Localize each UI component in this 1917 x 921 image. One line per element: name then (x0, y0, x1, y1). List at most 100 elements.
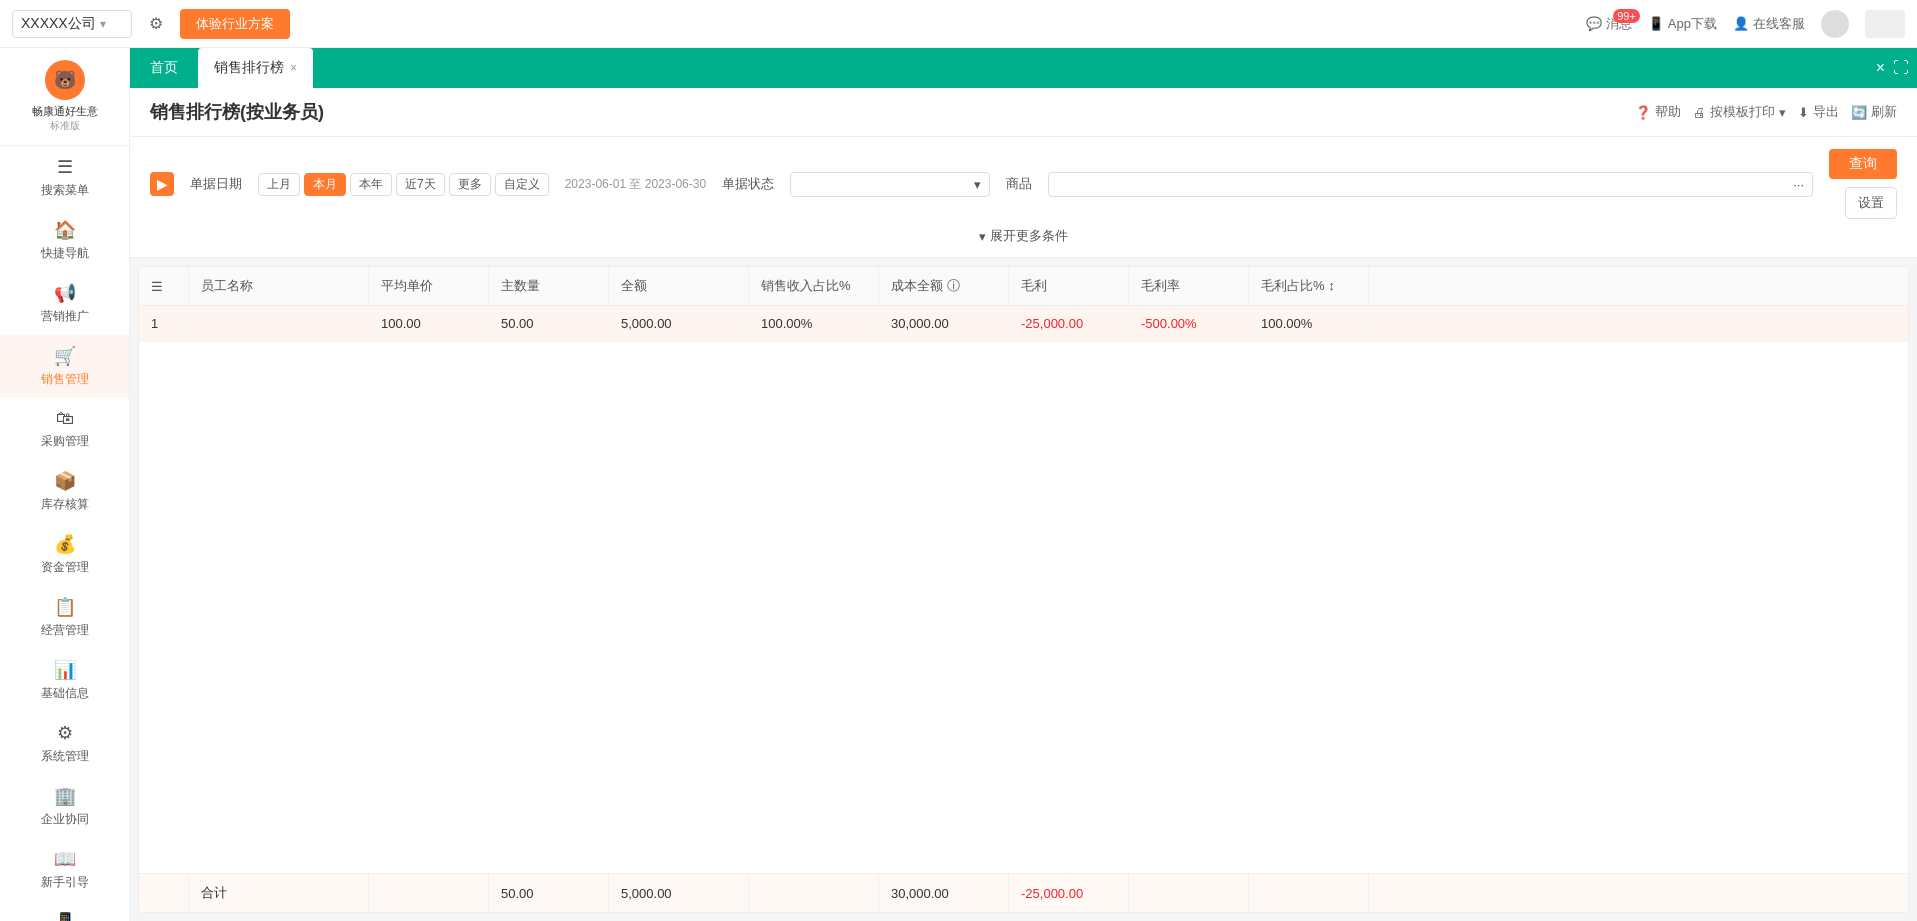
logo-bear-icon: 🐻 (54, 69, 76, 91)
window-close-icon[interactable]: × (1876, 59, 1885, 77)
tab-home[interactable]: 首页 (130, 48, 198, 88)
this-year-button[interactable]: 本年 (350, 173, 392, 196)
this-month-button[interactable]: 本月 (304, 173, 346, 196)
goods-select[interactable]: ··· (1048, 172, 1813, 197)
query-button[interactable]: 查询 (1829, 149, 1897, 179)
tab-close-icon[interactable]: × (290, 61, 297, 75)
template-print-button[interactable]: 🖨 按模板打印 ▾ (1693, 103, 1786, 121)
cell-main-qty: 50.00 (489, 306, 609, 341)
user-avatar[interactable] (1821, 10, 1849, 38)
export-icon: ⬇ (1798, 105, 1809, 120)
sidebar-item-label: 资金管理 (41, 559, 89, 576)
message-icon: 💬 (1586, 16, 1602, 31)
chevron-down-icon: ▾ (100, 17, 106, 31)
help-button[interactable]: ❓ 帮助 (1635, 103, 1681, 121)
sys-icon: ⚙ (57, 722, 73, 744)
filter-row: ▶ 单据日期 上月 本月 本年 近7天 更多 自定义 2023-06-01 至 … (150, 149, 1897, 219)
template-print-label: 按模板打印 (1710, 103, 1775, 121)
sidebar-item-search-order[interactable]: ☰ 搜索菜单 (0, 146, 129, 209)
sidebar-item-label: 销售管理 (41, 371, 89, 388)
tab-bar-actions: × ⛶ (1876, 59, 1917, 77)
sidebar-item-beginner[interactable]: 📖 新手引导 (0, 838, 129, 901)
footer-gross: -25,000.00 (1009, 874, 1129, 912)
company-name: XXXXX公司 (21, 15, 96, 33)
col-avg-price: 平均单价 (369, 267, 489, 305)
sidebar-item-quick-nav[interactable]: 🏠 快捷导航 (0, 209, 129, 272)
user-menu[interactable] (1865, 10, 1905, 38)
footer-label (139, 874, 189, 912)
logo-sub: 标准版 (50, 119, 80, 133)
logo-icon: 🐻 (45, 60, 85, 100)
sidebar-item-label: 采购管理 (41, 433, 89, 450)
online-support-button[interactable]: 👤 在线客服 (1733, 15, 1805, 33)
refresh-icon: 🔄 (1851, 105, 1867, 120)
toggle-icon: ▶ (157, 176, 168, 192)
filter-area: ▶ 单据日期 上月 本月 本年 近7天 更多 自定义 2023-06-01 至 … (130, 137, 1917, 258)
custom-button[interactable]: 自定义 (495, 173, 549, 196)
refresh-button[interactable]: 🔄 刷新 (1851, 103, 1897, 121)
footer-avg-price (369, 874, 489, 912)
sidebar-item-inventory[interactable]: 📦 库存核算 (0, 460, 129, 523)
marketing-icon: 📢 (54, 282, 76, 304)
cell-gross-ratio: 100.00% (1249, 306, 1369, 341)
table-body: 1 100.00 50.00 5,000.00 100.00% 30,000.0… (139, 306, 1908, 873)
expand-filters-button[interactable]: ▾ 展开更多条件 (979, 227, 1068, 245)
footer-total-label: 合计 (189, 874, 369, 912)
table-footer: 合计 50.00 5,000.00 30,000.00 -25,000.00 (139, 873, 1908, 912)
export-button[interactable]: ⬇ 导出 (1798, 103, 1839, 121)
main-layout: 🐻 畅康通好生意 标准版 ☰ 搜索菜单 🏠 快捷导航 📢 营销推广 🛒 销售管理… (0, 48, 1917, 921)
status-select[interactable]: ▾ (790, 172, 990, 197)
corp-icon: 🏢 (54, 785, 76, 807)
sidebar-item-sys-mgmt[interactable]: ⚙ 系统管理 (0, 712, 129, 775)
sidebar-item-label: 系统管理 (41, 748, 89, 765)
logo-area: 🐻 畅康通好生意 标准版 (0, 48, 129, 146)
sidebar-item-sales-mgmt[interactable]: 🛒 销售管理 (0, 335, 129, 398)
sidebar-item-label: 快捷导航 (41, 245, 89, 262)
sidebar-item-marketing[interactable]: 📢 营销推广 (0, 272, 129, 335)
gear-icon: ⚙ (149, 14, 163, 33)
sidebar-item-corp-collab[interactable]: 🏢 企业协同 (0, 775, 129, 838)
filter-toggle-button[interactable]: ▶ (150, 172, 174, 196)
trial-button[interactable]: 体验行业方案 (180, 9, 290, 39)
more-button[interactable]: 更多 (449, 173, 491, 196)
window-maximize-icon[interactable]: ⛶ (1893, 59, 1909, 77)
sidebar-item-label: 新手引导 (41, 874, 89, 891)
col-gross: 毛利 (1009, 267, 1129, 305)
cell-rank: 1 (139, 306, 189, 341)
cell-cost: 30,000.00 (879, 306, 1009, 341)
sidebar-item-finance-mgmt[interactable]: 💰 资金管理 (0, 523, 129, 586)
tab-sales-ranking[interactable]: 销售排行榜 × (198, 48, 313, 88)
message-button[interactable]: 💬 消息 99+ (1586, 15, 1632, 33)
message-badge: 99+ (1613, 9, 1640, 23)
last-7-days-button[interactable]: 近7天 (396, 173, 445, 196)
sidebar-item-purchase-mgmt[interactable]: 🛍 采购管理 (0, 398, 129, 460)
date-options: 上月 本月 本年 近7天 更多 自定义 (258, 173, 549, 196)
setting-button[interactable]: 设置 (1845, 187, 1897, 219)
online-support-label: 在线客服 (1753, 15, 1805, 33)
sidebar-item-ops-mgmt[interactable]: 📋 经营管理 (0, 586, 129, 649)
app-download-button[interactable]: 📱 App下载 (1648, 15, 1717, 33)
expand-label: 展开更多条件 (990, 227, 1068, 245)
col-main-qty: 主数量 (489, 267, 609, 305)
page-actions: ❓ 帮助 🖨 按模板打印 ▾ ⬇ 导出 🔄 刷新 (1635, 103, 1897, 121)
sidebar-item-app-center[interactable]: 📱 应用中心 (0, 901, 129, 921)
inventory-icon: 📦 (54, 470, 76, 492)
sidebar: 🐻 畅康通好生意 标准版 ☰ 搜索菜单 🏠 快捷导航 📢 营销推广 🛒 销售管理… (0, 48, 130, 921)
search-order-icon: ☰ (57, 156, 73, 178)
export-label: 导出 (1813, 103, 1839, 121)
sidebar-item-basic-info[interactable]: 📊 基础信息 (0, 649, 129, 712)
page-title: 销售排行榜(按业务员) (150, 100, 324, 124)
help-icon: ❓ (1635, 105, 1651, 120)
tab-label: 销售排行榜 (214, 59, 284, 77)
table-row[interactable]: 1 100.00 50.00 5,000.00 100.00% 30,000.0… (139, 306, 1908, 342)
settings-gear-button[interactable]: ⚙ (140, 8, 172, 40)
sidebar-item-label: 营销推广 (41, 308, 89, 325)
goods-more-icon[interactable]: ··· (1793, 177, 1804, 192)
col-sales-ratio: 销售收入占比% (749, 267, 879, 305)
ops-icon: 📋 (54, 596, 76, 618)
finance-icon: 💰 (54, 533, 76, 555)
last-month-button[interactable]: 上月 (258, 173, 300, 196)
col-cost: 成本全额 ⓘ (879, 267, 1009, 305)
footer-main-qty: 50.00 (489, 874, 609, 912)
company-selector[interactable]: XXXXX公司 ▾ (12, 10, 132, 38)
